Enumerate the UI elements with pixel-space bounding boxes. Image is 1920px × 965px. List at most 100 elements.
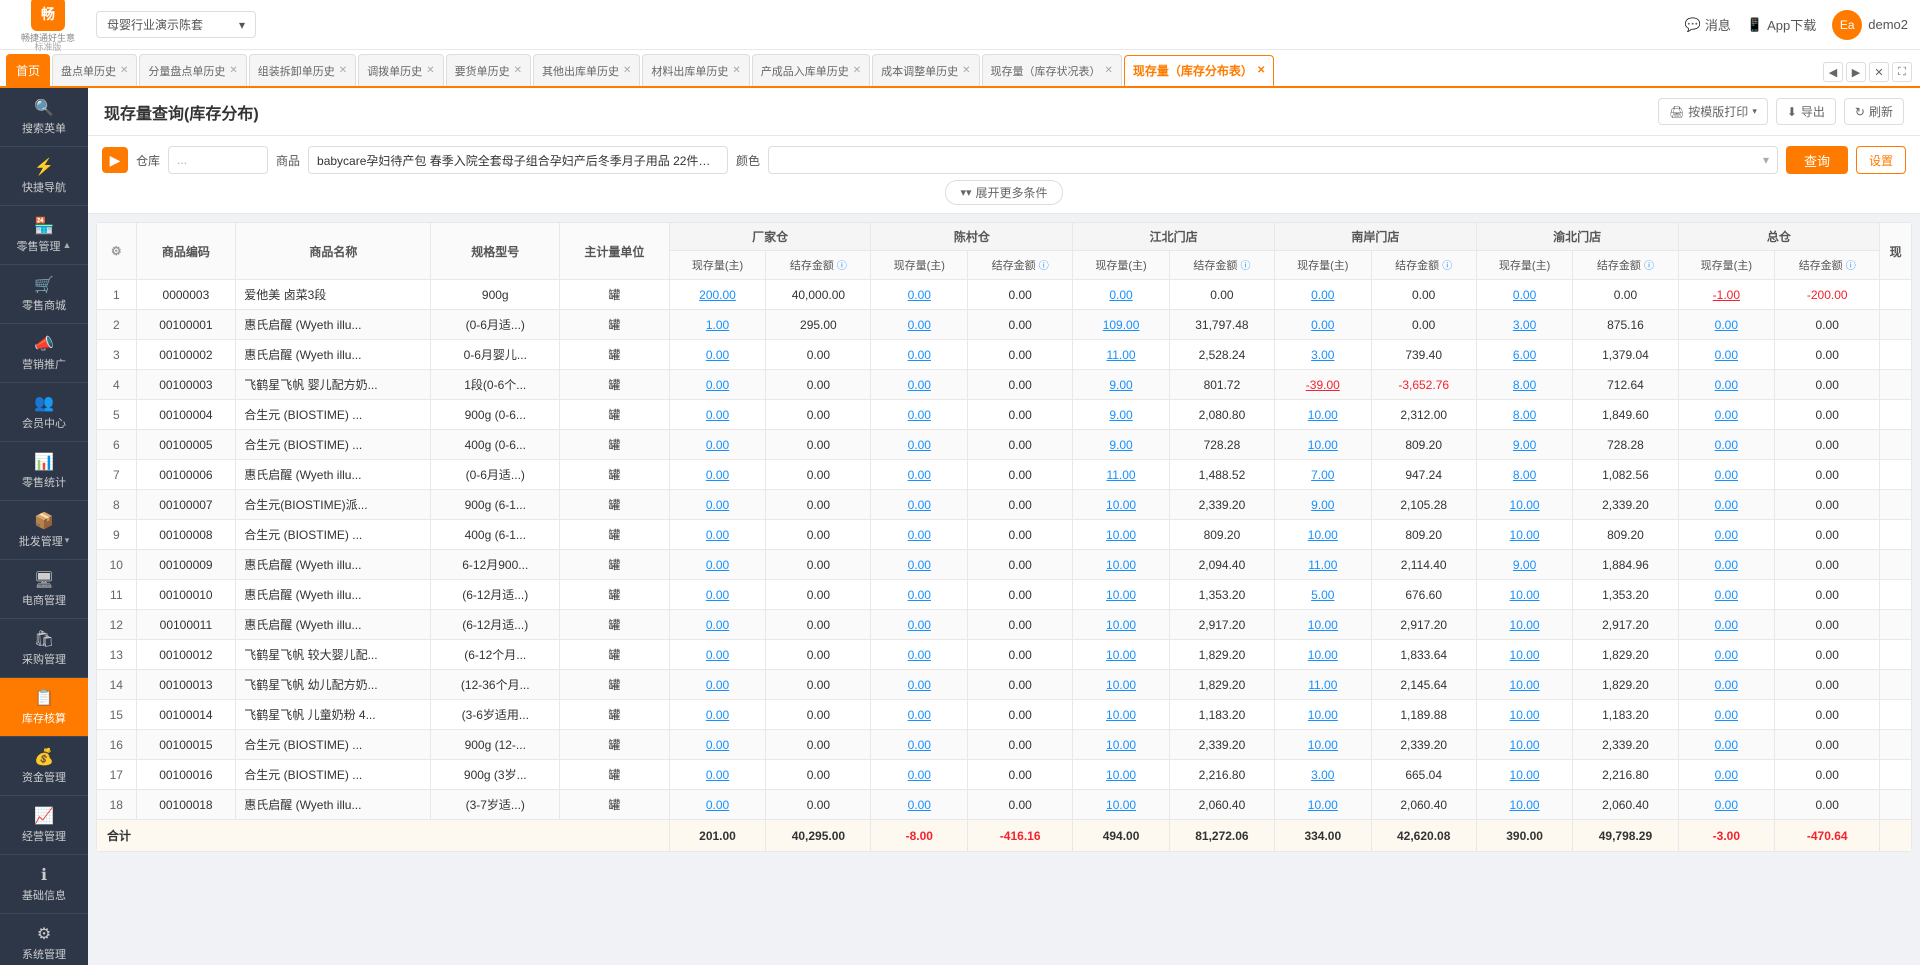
table-row: 8 00100007 合生元(BIOSTIME)派... 900g (6-1..… <box>97 490 1912 520</box>
tab-close-all-btn[interactable]: ✕ <box>1869 62 1889 82</box>
filter-expand-btn[interactable]: ▶ <box>102 147 128 173</box>
th-total: 总仓 <box>1678 223 1880 251</box>
row-tot-a: 0.00 <box>1775 520 1880 550</box>
tab-close-icon4[interactable]: ✕ <box>426 65 434 76</box>
tab-transfer[interactable]: 调拨单历史 ✕ <box>358 54 443 86</box>
th-jb-stock: 现存量(主) <box>1073 251 1170 280</box>
search-btn[interactable]: 查询 <box>1786 146 1848 174</box>
sidebar-item-marketing[interactable]: 📣 营销推广 <box>0 324 88 383</box>
row-cur <box>1880 670 1912 700</box>
tab-product-in[interactable]: 产成品入库单历史 ✕ <box>752 54 870 86</box>
row-tot-a: 0.00 <box>1775 640 1880 670</box>
logo-icon: 畅 <box>31 0 65 31</box>
sidebar-item-member[interactable]: 👥 会员中心 <box>0 383 88 442</box>
setting-btn[interactable]: 设置 <box>1856 146 1906 174</box>
sidebar-item-retail[interactable]: 🏪 零售管理 ▲ <box>0 206 88 265</box>
row-jb-s: 9.00 <box>1073 400 1170 430</box>
table-row: 17 00100016 合生元 (BIOSTIME) ... 900g (3岁.… <box>97 760 1912 790</box>
product-input[interactable]: babycare孕妇待产包 春季入院全套母子组合孕妇产后冬季月子用品 22件套 … <box>308 146 728 174</box>
gear-icon[interactable]: ⚙ <box>111 244 122 258</box>
tab-close-icon3[interactable]: ✕ <box>339 65 347 76</box>
tab-other-out[interactable]: 其他出库单历史 ✕ <box>533 54 640 86</box>
sidebar-label-search: 搜索英单 <box>4 120 84 136</box>
marketing-icon: 📣 <box>4 334 84 354</box>
row-cm-s: 0.00 <box>871 730 968 760</box>
tab-stock-status[interactable]: 现存量（库存状况表） ✕ <box>982 54 1122 86</box>
row-jb-a: 31,797.48 <box>1169 310 1274 340</box>
row-cm-s: 0.00 <box>871 400 968 430</box>
export-btn[interactable]: ⬇ 导出 <box>1776 98 1836 125</box>
tab-expand-btn[interactable]: ⛶ <box>1892 62 1912 82</box>
tab-sub-inventory[interactable]: 分量盘点单历史 ✕ <box>139 54 246 86</box>
industry-selector[interactable]: 母婴行业演示陈套 ▾ <box>96 11 256 38</box>
print-btn[interactable]: 🖨 按模版打印 ▾ <box>1658 98 1768 125</box>
row-name: 合生元 (BIOSTIME) ... <box>236 760 431 790</box>
row-yb-s: 0.00 <box>1476 280 1573 310</box>
user-menu[interactable]: Ea demo2 <box>1832 10 1908 40</box>
tab-prev-btn[interactable]: ◀ <box>1823 62 1843 82</box>
sidebar-item-system[interactable]: ⚙ 系统管理 <box>0 914 88 965</box>
tab-cost-adjust[interactable]: 成本调整单历史 ✕ <box>872 54 979 86</box>
tab-close-icon7[interactable]: ✕ <box>732 65 740 76</box>
row-fac-s: 0.00 <box>669 520 766 550</box>
tab-close-icon[interactable]: ✕ <box>120 65 128 76</box>
table-row: 7 00100006 惠氏启醒 (Wyeth illu... (0-6月适...… <box>97 460 1912 490</box>
row-name: 合生元 (BIOSTIME) ... <box>236 520 431 550</box>
sidebar-label-ecom: 电商管理 <box>4 592 84 608</box>
row-yb-s: 6.00 <box>1476 340 1573 370</box>
row-fac-s: 0.00 <box>669 730 766 760</box>
row-jb-s: 10.00 <box>1073 610 1170 640</box>
row-cm-a: 0.00 <box>968 550 1073 580</box>
sidebar-item-ecom[interactable]: 🖥 电商管理 <box>0 560 88 619</box>
tab-purchase-order-label: 要货单历史 <box>455 63 510 79</box>
row-jb-a: 2,339.20 <box>1169 730 1274 760</box>
row-fac-s: 0.00 <box>669 340 766 370</box>
expand-conditions-btn[interactable]: ▾▾ 展开更多条件 <box>945 180 1062 205</box>
sidebar-item-wholesale[interactable]: 📦 批发管理 ▾ <box>0 501 88 560</box>
tab-material-out[interactable]: 材料出库单历史 ✕ <box>642 54 749 86</box>
sidebar-item-finance[interactable]: 💰 资金管理 <box>0 737 88 796</box>
row-jb-s: 10.00 <box>1073 520 1170 550</box>
tab-close-icon5[interactable]: ✕ <box>514 65 522 76</box>
row-tot-a: 0.00 <box>1775 760 1880 790</box>
sidebar-item-ops[interactable]: 📈 经营管理 <box>0 796 88 855</box>
tab-combo[interactable]: 组装拆卸单历史 ✕ <box>249 54 356 86</box>
warehouse-input[interactable]: ... <box>168 146 268 174</box>
row-seq: 2 <box>97 310 137 340</box>
sidebar-item-inventory[interactable]: 📋 库存核算 <box>0 678 88 737</box>
tab-close-icon8[interactable]: ✕ <box>853 65 861 76</box>
message-btn[interactable]: 💬 消息 <box>1685 15 1731 34</box>
row-cur <box>1880 310 1912 340</box>
tab-close-icon6[interactable]: ✕ <box>623 65 631 76</box>
table-area: ⚙ 商品编码 商品名称 规格型号 主计量单位 厂家仓 陈村仓 江北门店 南岸门店… <box>88 214 1920 965</box>
sidebar-item-base[interactable]: ℹ 基础信息 <box>0 855 88 914</box>
sidebar-item-quicknav[interactable]: ⚡ 快捷导航 <box>0 147 88 206</box>
row-spec: 6-12月900... <box>431 550 560 580</box>
th-fac-stock: 现存量(主) <box>669 251 766 280</box>
tab-close-icon11[interactable]: ✕ <box>1257 65 1265 76</box>
row-jb-a: 2,060.40 <box>1169 790 1274 820</box>
th-chenmu: 陈村仓 <box>871 223 1073 251</box>
refresh-btn[interactable]: ↻ 刷新 <box>1844 98 1904 125</box>
sidebar-item-stats[interactable]: 📊 零售统计 <box>0 442 88 501</box>
tab-home[interactable]: 首页 <box>6 54 50 86</box>
refresh-icon: ↻ <box>1855 105 1865 119</box>
row-cm-s: 0.00 <box>871 760 968 790</box>
sidebar-item-retail-shop[interactable]: 🛒 零售商城 <box>0 265 88 324</box>
row-code: 00100012 <box>136 640 236 670</box>
tab-stock-dist[interactable]: 现存量（库存分布表） ✕ <box>1124 55 1274 87</box>
row-fac-a: 0.00 <box>766 790 871 820</box>
tab-purchase-order[interactable]: 要货单历史 ✕ <box>446 54 531 86</box>
tab-close-icon9[interactable]: ✕ <box>962 65 970 76</box>
tab-close-icon10[interactable]: ✕ <box>1105 65 1113 76</box>
sidebar-item-search[interactable]: 🔍 搜索英单 <box>0 88 88 147</box>
tab-close-icon2[interactable]: ✕ <box>229 65 237 76</box>
row-tot-s: 0.00 <box>1678 520 1775 550</box>
tab-next-btn[interactable]: ▶ <box>1846 62 1866 82</box>
row-code: 00100002 <box>136 340 236 370</box>
tab-inventory-check[interactable]: 盘点单历史 ✕ <box>52 54 137 86</box>
sidebar-item-purchase[interactable]: 🛍 采购管理 <box>0 619 88 678</box>
app-download-btn[interactable]: 📱 App下载 <box>1747 15 1816 34</box>
row-yb-a: 1,379.04 <box>1573 340 1678 370</box>
color-select[interactable]: ▾ <box>768 146 1778 174</box>
